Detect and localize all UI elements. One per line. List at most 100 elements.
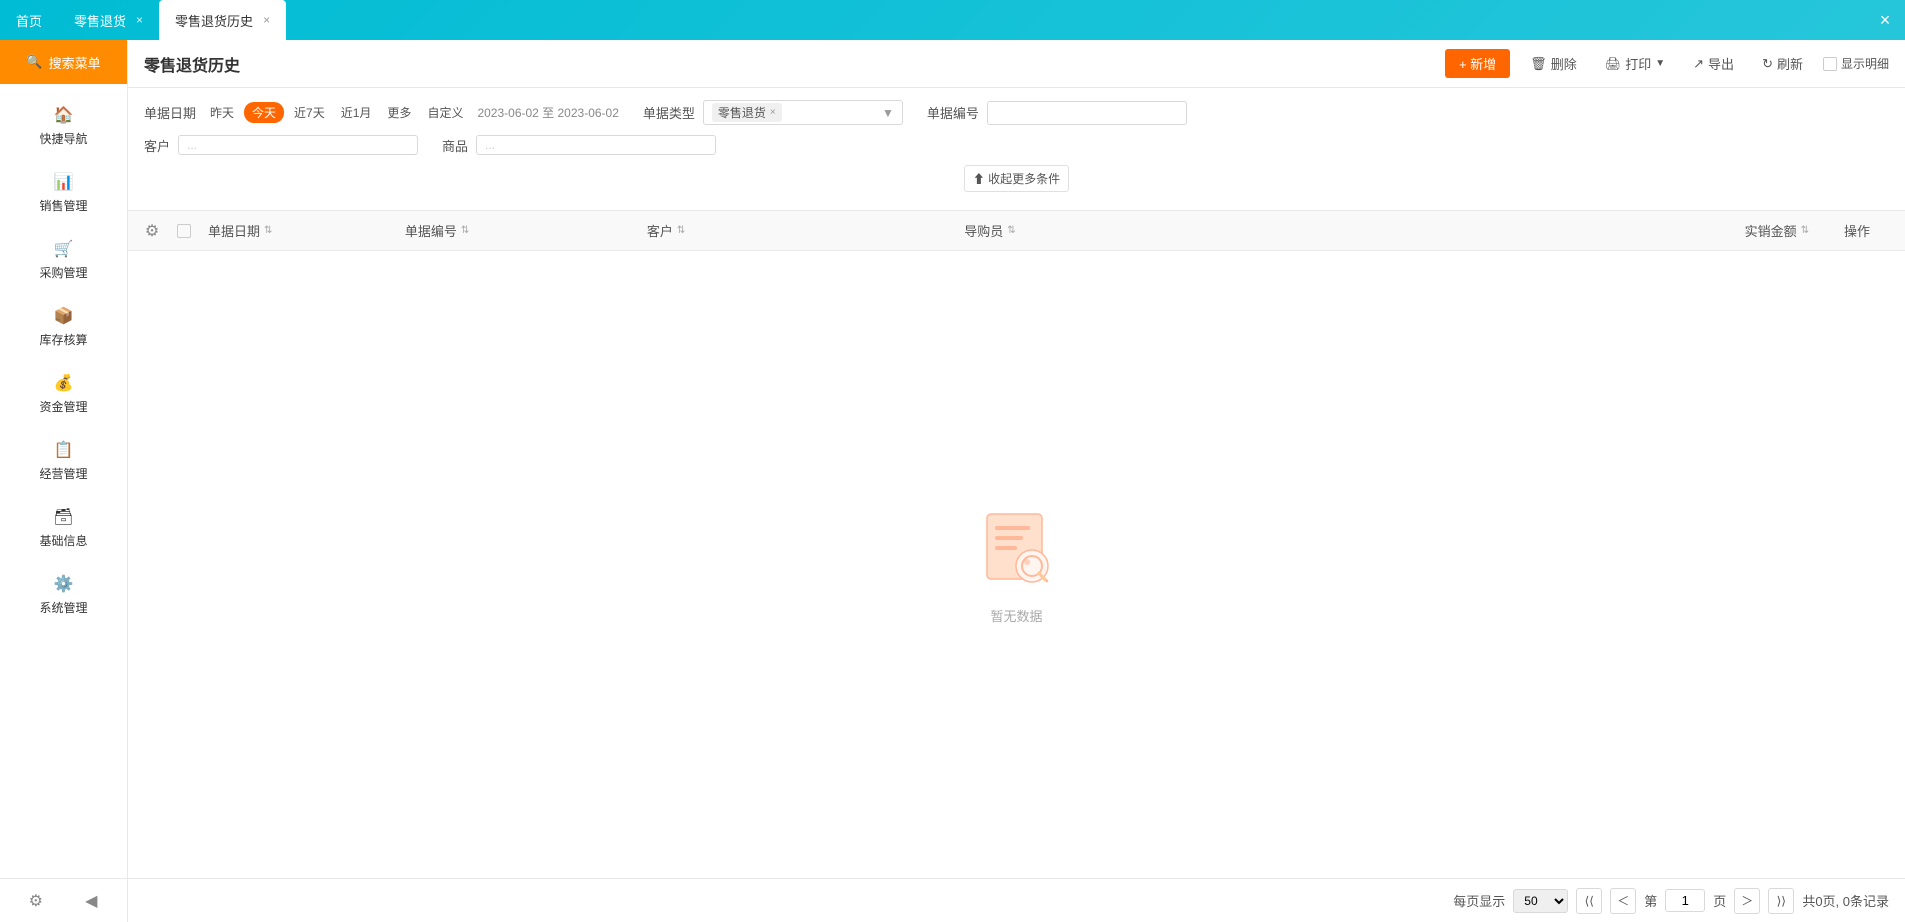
last-page-button[interactable]: ⟩⟩ [1768, 888, 1794, 914]
collapse-bar: ⬆ 收起更多条件 [144, 165, 1889, 202]
select-all-checkbox-box [177, 224, 191, 238]
date-range-value: 2023-06-02 至 2023-06-02 [477, 104, 618, 121]
filter-voucher-no: 单据编号 [927, 101, 1187, 125]
sidebar-item-inventory[interactable]: 📦 库存核算 [0, 293, 127, 360]
delete-button[interactable]: 🗑 删除 [1522, 50, 1585, 77]
next-page-button[interactable]: ＞ [1734, 888, 1760, 914]
pagination-bar: 每页显示 10 20 50 100 ⟨⟨ ＜ 第 页 ＞ ⟩⟩ 共0页, 0条记… [128, 878, 1905, 922]
filter-date: 单据日期 昨天 今天 近7天 近1月 更多 自定义 2023-06-02 至 2… [144, 102, 619, 123]
sidebar-item-basic-info[interactable]: 🗃 基础信息 [0, 494, 127, 561]
goods-input[interactable]: ... [476, 135, 716, 155]
per-page-label: 每页显示 [1453, 891, 1505, 910]
sidebar-footer: ⚙ ◀ [0, 878, 127, 922]
collapse-filter-button[interactable]: ⬆ 收起更多条件 [964, 165, 1069, 192]
tab-bar: 首页 零售退货 × 零售退货历史 × [0, 0, 1865, 40]
sidebar-collapse-button[interactable]: ◀ [75, 885, 107, 917]
refresh-button[interactable]: ↻ 刷新 [1754, 50, 1811, 77]
sidebar-item-purchase[interactable]: 🛒 采购管理 [0, 226, 127, 293]
first-page-button[interactable]: ⟨⟨ [1576, 888, 1602, 914]
tab-retail-return-history-close[interactable]: × [263, 13, 270, 27]
date-range-buttons: 昨天 今天 近7天 近1月 更多 自定义 [204, 102, 469, 123]
date-btn-more[interactable]: 更多 [381, 102, 417, 123]
prev-page-button[interactable]: ＜ [1610, 888, 1636, 914]
sidebar-item-quick-nav[interactable]: 🏠 快捷导航 [0, 92, 127, 159]
new-button[interactable]: + 新增 [1445, 49, 1510, 78]
page-suffix: 页 [1713, 891, 1726, 910]
filter-row-2: 客户 ... 商品 ... [144, 135, 1889, 155]
filter-voucher-type: 单据类型 零售退货 × ▼ [643, 100, 903, 125]
show-detail-checkbox[interactable] [1823, 57, 1837, 71]
th-order-no[interactable]: 单据编号 ⇅ [397, 221, 639, 240]
sidebar-nav: 🏠 快捷导航 📊 销售管理 🛒 采购管理 📦 库存核算 💰 资金管理 📋 [0, 84, 127, 878]
sort-amount-icon: ⇅ [1801, 225, 1809, 236]
print-dropdown-icon: ▼ [1655, 58, 1665, 69]
tab-retail-return-close[interactable]: × [136, 13, 143, 27]
filter-goods: 商品 ... [442, 135, 716, 155]
top-bar: 首页 零售退货 × 零售退货历史 × × [0, 0, 1905, 40]
page-input[interactable] [1665, 889, 1705, 912]
search-icon: 🔍 [26, 54, 42, 70]
table-select-all-checkbox[interactable] [168, 224, 200, 238]
sidebar-settings-button[interactable]: ⚙ [20, 885, 52, 917]
voucher-type-dropdown-icon: ▼ [882, 106, 894, 120]
sidebar-item-operations[interactable]: 📋 经营管理 [0, 427, 127, 494]
voucher-type-tag-close[interactable]: × [770, 107, 776, 118]
purchase-icon: 🛒 [53, 238, 75, 260]
inventory-icon: 📦 [53, 305, 75, 327]
th-customer[interactable]: 客户 ⇅ [639, 221, 956, 240]
show-detail-toggle[interactable]: 显示明细 [1823, 55, 1889, 72]
tab-home[interactable]: 首页 [0, 0, 58, 40]
voucher-no-input[interactable] [987, 101, 1187, 125]
gear-icon: ⚙ [29, 891, 43, 911]
sidebar-search[interactable]: 🔍 搜索菜单 [0, 40, 127, 84]
th-amount[interactable]: 实销金额 ⇅ [1650, 221, 1817, 240]
sidebar-item-finance[interactable]: 💰 资金管理 [0, 360, 127, 427]
th-guide[interactable]: 导购员 ⇅ [956, 221, 1198, 240]
date-btn-yesterday[interactable]: 昨天 [204, 102, 240, 123]
customer-input[interactable]: ... [178, 135, 418, 155]
empty-state: 暂无数据 [128, 251, 1905, 878]
operations-icon: 📋 [53, 439, 75, 461]
page-title: 零售退货历史 [144, 52, 240, 76]
sidebar: 🔍 搜索菜单 🏠 快捷导航 📊 销售管理 🛒 采购管理 📦 库存核算 💰 [0, 40, 128, 922]
voucher-type-dropdown[interactable]: 零售退货 × ▼ [703, 100, 903, 125]
sales-icon: 📊 [53, 171, 75, 193]
basic-info-icon: 🗃 [53, 506, 75, 528]
delete-icon: 🗑 [1530, 56, 1547, 72]
th-operation: 操作 [1817, 221, 1897, 240]
table-header: ⚙ 单据日期 ⇅ 单据编号 ⇅ 客户 ⇅ 导购员 ⇅ [128, 211, 1905, 251]
home-icon: 🏠 [53, 104, 75, 126]
empty-text: 暂无数据 [990, 606, 1042, 625]
sort-order-no-icon: ⇅ [461, 225, 469, 236]
date-btn-today[interactable]: 今天 [244, 102, 284, 123]
empty-illustration [967, 504, 1067, 594]
system-icon: ⚙️ [53, 573, 75, 595]
date-btn-custom[interactable]: 自定义 [421, 102, 469, 123]
voucher-type-tag: 零售退货 × [712, 103, 782, 122]
sidebar-item-system[interactable]: ⚙️ 系统管理 [0, 561, 127, 628]
table-settings-icon[interactable]: ⚙ [136, 221, 168, 241]
sidebar-item-sales[interactable]: 📊 销售管理 [0, 159, 127, 226]
finance-icon: 💰 [53, 372, 75, 394]
content-area: 零售退货历史 + 新增 🗑 删除 🖨 打印 ▼ ↗ 导出 ↻ [128, 40, 1905, 922]
total-text: 共0页, 0条记录 [1802, 891, 1889, 910]
date-btn-7days[interactable]: 近7天 [288, 102, 331, 123]
window-close-button[interactable]: × [1865, 0, 1905, 40]
filter-row-1: 单据日期 昨天 今天 近7天 近1月 更多 自定义 2023-06-02 至 2… [144, 100, 1889, 125]
page-label: 第 [1644, 891, 1657, 910]
page-actions: + 新增 🗑 删除 🖨 打印 ▼ ↗ 导出 ↻ 刷新 [1445, 49, 1889, 78]
sort-date-icon: ⇅ [264, 225, 272, 236]
collapse-icon: ◀ [85, 891, 97, 911]
sort-guide-icon: ⇅ [1007, 225, 1015, 236]
filter-customer: 客户 ... [144, 135, 418, 155]
export-button[interactable]: ↗ 导出 [1685, 50, 1742, 77]
th-date[interactable]: 单据日期 ⇅ [200, 221, 397, 240]
refresh-icon: ↻ [1762, 56, 1773, 72]
date-btn-1month[interactable]: 近1月 [335, 102, 378, 123]
print-button[interactable]: 🖨 打印 ▼ [1597, 50, 1673, 77]
sort-customer-icon: ⇅ [677, 225, 685, 236]
tab-retail-return[interactable]: 零售退货 × [58, 0, 159, 40]
per-page-select[interactable]: 10 20 50 100 [1513, 889, 1568, 913]
filter-bar: 单据日期 昨天 今天 近7天 近1月 更多 自定义 2023-06-02 至 2… [128, 88, 1905, 211]
tab-retail-return-history[interactable]: 零售退货历史 × [159, 0, 286, 40]
